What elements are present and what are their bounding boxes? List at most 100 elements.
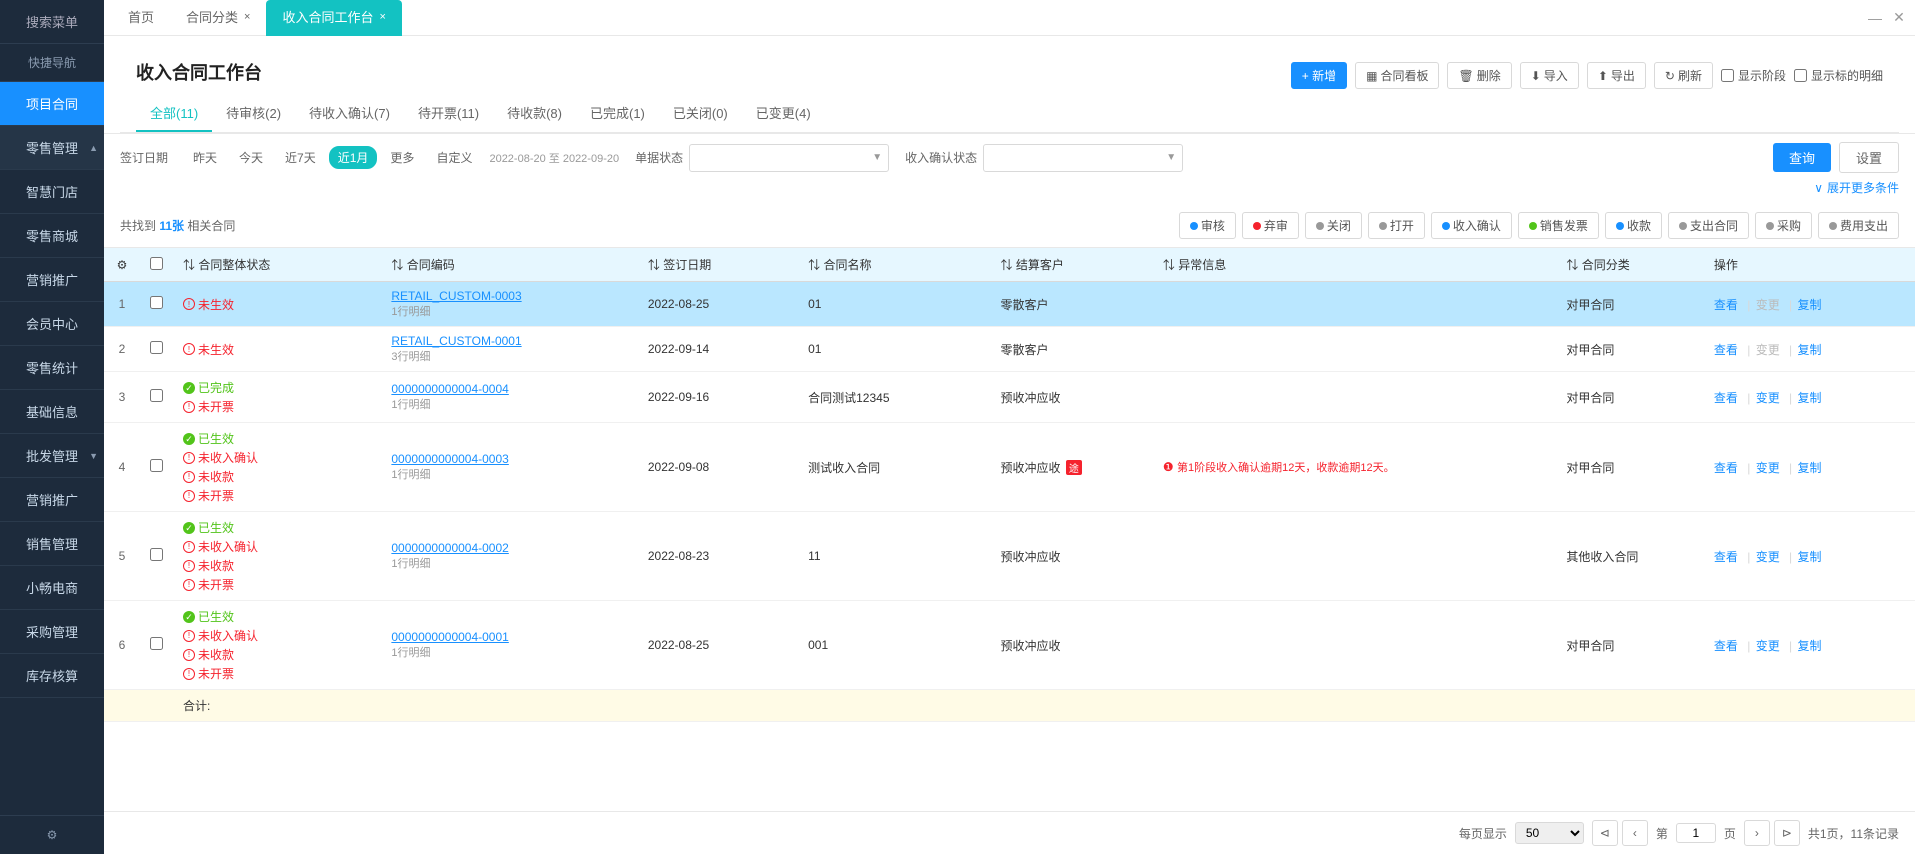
copy-link-1[interactable]: 复制: [1798, 298, 1822, 312]
doc-status-select[interactable]: ▼: [689, 144, 889, 172]
add-button[interactable]: + 新增: [1291, 62, 1347, 89]
tab-close-contract-category[interactable]: ×: [244, 11, 250, 23]
sidebar-item-project[interactable]: 项目合同: [0, 82, 104, 126]
sidebar-item-retail-stats[interactable]: 零售统计: [0, 346, 104, 390]
row-checkbox-4[interactable]: [150, 459, 163, 472]
tab-income-workbench[interactable]: 收入合同工作台 ×: [266, 0, 401, 36]
close-window-button[interactable]: ✕: [1891, 10, 1907, 26]
view-link-6[interactable]: 查看: [1714, 639, 1738, 653]
last-page-btn[interactable]: ⊳: [1774, 820, 1800, 846]
date-btn-today[interactable]: 今天: [230, 146, 272, 169]
contract-link-6[interactable]: 0000000000004-0001: [391, 630, 508, 644]
sidebar-item-base-info[interactable]: 基础信息: [0, 390, 104, 434]
copy-link-3[interactable]: 复制: [1798, 391, 1822, 405]
page-size-select[interactable]: 50 100 200: [1515, 822, 1584, 844]
th-settings[interactable]: ⚙: [104, 248, 140, 282]
show-detail-check[interactable]: 显示标的明细: [1794, 67, 1883, 84]
row-check-3[interactable]: [140, 372, 173, 423]
change-link-6[interactable]: 变更: [1756, 639, 1780, 653]
date-btn-7days[interactable]: 近7天: [276, 146, 325, 169]
sidebar-item-sales-mgmt[interactable]: 销售管理: [0, 522, 104, 566]
show-stage-checkbox[interactable]: [1721, 69, 1734, 82]
kanban-button[interactable]: ▦ 合同看板: [1355, 62, 1439, 89]
row-checkbox-5[interactable]: [150, 548, 163, 561]
view-link-2[interactable]: 查看: [1714, 343, 1738, 357]
select-all-checkbox[interactable]: [150, 257, 163, 270]
date-btn-custom[interactable]: 自定义: [427, 146, 481, 169]
view-link-5[interactable]: 查看: [1714, 550, 1738, 564]
change-link-3[interactable]: 变更: [1756, 391, 1780, 405]
row-checkbox-2[interactable]: [150, 341, 163, 354]
import-button[interactable]: ⬇ 导入: [1520, 62, 1579, 89]
change-link-4[interactable]: 变更: [1756, 461, 1780, 475]
setting-button[interactable]: 设置: [1839, 142, 1899, 173]
sidebar-item-retail-mgmt[interactable]: 零售管理: [0, 126, 104, 170]
sidebar-item-purchase[interactable]: 采购管理: [0, 610, 104, 654]
minimize-button[interactable]: —: [1867, 10, 1883, 26]
view-link-1[interactable]: 查看: [1714, 298, 1738, 312]
close-button[interactable]: 关闭: [1305, 212, 1362, 239]
subtab-completed[interactable]: 已完成(1): [576, 95, 659, 132]
subtab-pending-audit[interactable]: 待审核(2): [212, 95, 295, 132]
abandon-button[interactable]: 弃审: [1242, 212, 1299, 239]
income-confirm-button[interactable]: 收入确认: [1431, 212, 1512, 239]
expand-more-btn[interactable]: ∨ 展开更多条件: [1814, 179, 1899, 196]
delete-button[interactable]: 🗑 删除: [1447, 62, 1511, 89]
change-link-2[interactable]: 变更: [1756, 343, 1780, 357]
date-btn-more[interactable]: 更多: [381, 146, 423, 169]
change-link-5[interactable]: 变更: [1756, 550, 1780, 564]
subtab-all[interactable]: 全部(11): [136, 95, 212, 132]
print-button[interactable]: 打开: [1368, 212, 1425, 239]
sidebar-item-retail-mall[interactable]: 零售商城: [0, 214, 104, 258]
subtab-pending-payment[interactable]: 待收款(8): [493, 95, 576, 132]
row-check-6[interactable]: [140, 601, 173, 690]
sidebar-item-marketing2[interactable]: 营销推广: [0, 478, 104, 522]
copy-link-4[interactable]: 复制: [1798, 461, 1822, 475]
prev-page-btn[interactable]: ‹: [1622, 820, 1648, 846]
purchase-button[interactable]: 采购: [1755, 212, 1812, 239]
collection-button[interactable]: 收款: [1605, 212, 1662, 239]
tab-close-income-workbench[interactable]: ×: [379, 11, 385, 23]
sidebar-item-xiaochang[interactable]: 小畅电商: [0, 566, 104, 610]
contract-link-4[interactable]: 0000000000004-0003: [391, 452, 508, 466]
copy-link-5[interactable]: 复制: [1798, 550, 1822, 564]
sidebar-quick-nav[interactable]: 快捷导航: [0, 44, 104, 82]
date-btn-1month[interactable]: 近1月: [329, 146, 378, 169]
tab-contract-category[interactable]: 合同分类 ×: [170, 0, 266, 36]
row-checkbox-6[interactable]: [150, 637, 163, 650]
audit-button[interactable]: 审核: [1179, 212, 1236, 239]
income-confirm-select[interactable]: ▼: [983, 144, 1183, 172]
row-check-1[interactable]: [140, 282, 173, 327]
subtab-closed[interactable]: 已关闭(0): [659, 95, 742, 132]
contract-link-5[interactable]: 0000000000004-0002: [391, 541, 508, 555]
sales-invoice-button[interactable]: 销售发票: [1518, 212, 1599, 239]
show-stage-check[interactable]: 显示阶段: [1721, 67, 1786, 84]
expense-button[interactable]: 费用支出: [1818, 212, 1899, 239]
subtab-pending-income-confirm[interactable]: 待收入确认(7): [295, 95, 404, 132]
view-link-4[interactable]: 查看: [1714, 461, 1738, 475]
row-checkbox-1[interactable]: [150, 296, 163, 309]
sidebar-item-member[interactable]: 会员中心: [0, 302, 104, 346]
outbound-button[interactable]: 支出合同: [1668, 212, 1749, 239]
export-button[interactable]: ⬆ 导出: [1587, 62, 1646, 89]
subtab-changed[interactable]: 已变更(4): [742, 95, 825, 132]
contract-link-3[interactable]: 0000000000004-0004: [391, 382, 508, 396]
row-check-2[interactable]: [140, 327, 173, 372]
contract-link-1[interactable]: RETAIL_CUSTOM-0003: [391, 289, 521, 303]
page-input[interactable]: [1676, 823, 1716, 843]
th-checkbox[interactable]: [140, 248, 173, 282]
sidebar-settings[interactable]: ⚙: [0, 815, 104, 854]
row-check-4[interactable]: [140, 423, 173, 512]
view-link-3[interactable]: 查看: [1714, 391, 1738, 405]
sidebar-item-inventory[interactable]: 库存核算: [0, 654, 104, 698]
sidebar-item-smart-store[interactable]: 智慧门店: [0, 170, 104, 214]
sidebar-search[interactable]: 搜索菜单: [0, 0, 104, 44]
first-page-btn[interactable]: ⊲: [1592, 820, 1618, 846]
sidebar-item-marketing[interactable]: 营销推广: [0, 258, 104, 302]
refresh-button[interactable]: ↻ 刷新: [1654, 62, 1713, 89]
date-btn-yesterday[interactable]: 昨天: [184, 146, 226, 169]
row-checkbox-3[interactable]: [150, 389, 163, 402]
contract-link-2[interactable]: RETAIL_CUSTOM-0001: [391, 334, 521, 348]
show-detail-checkbox[interactable]: [1794, 69, 1807, 82]
next-page-btn[interactable]: ›: [1744, 820, 1770, 846]
